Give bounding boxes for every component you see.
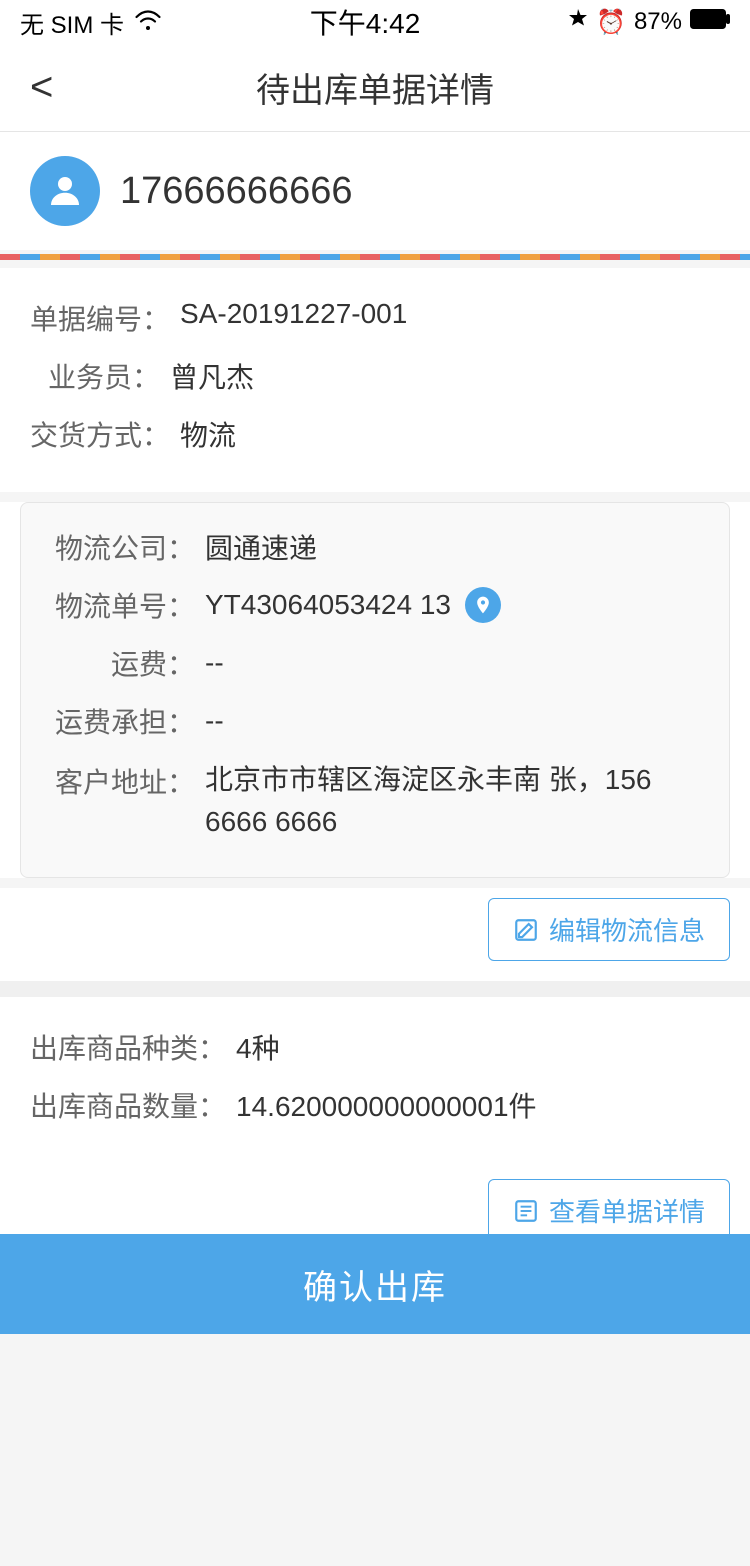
order-number-row: 单据编号： SA-20191227-001 xyxy=(30,298,720,338)
logistics-tracking-label: 物流单号： xyxy=(45,585,195,625)
salesman-value: 曾凡杰 xyxy=(170,356,720,396)
product-type-label: 出库商品种类： xyxy=(30,1027,226,1067)
product-type-value: 4种 xyxy=(236,1027,280,1067)
logistics-card: 物流公司： 圆通速递 物流单号： YT43064053424 13 运费： -- xyxy=(20,502,730,878)
location-status-icon xyxy=(568,8,588,37)
order-number-label: 单据编号： xyxy=(30,298,170,338)
order-number-value: SA-20191227-001 xyxy=(180,298,720,330)
delivery-value: 物流 xyxy=(180,414,720,454)
order-info-section: 单据编号： SA-20191227-001 业务员： 曾凡杰 交货方式： 物流 xyxy=(0,268,750,492)
product-type-row: 出库商品种类： 4种 xyxy=(30,1027,720,1067)
delivery-label: 交货方式： xyxy=(30,414,170,454)
status-right: ⏰ 87% xyxy=(568,8,730,37)
back-button[interactable]: < xyxy=(30,65,53,110)
dashed-divider xyxy=(0,254,750,260)
edit-logistics-label: 编辑物流信息 xyxy=(549,911,705,948)
salesman-label: 业务员： xyxy=(30,356,160,396)
address-row: 客户地址： 北京市市辖区海淀区永丰南 张，156 6666 6666 xyxy=(45,759,705,843)
battery-text: 87% xyxy=(634,8,682,36)
location-icon[interactable] xyxy=(465,587,501,623)
nav-bar: < 待出库单据详情 xyxy=(0,44,750,132)
product-quantity-row: 出库商品数量： 14.620000000000001件 xyxy=(30,1085,720,1125)
freight-row: 运费： -- xyxy=(45,643,705,683)
edit-btn-row: 编辑物流信息 xyxy=(0,888,750,981)
address-label: 客户地址： xyxy=(45,759,195,801)
logistics-company-value: 圆通速递 xyxy=(205,527,705,567)
view-detail-button[interactable]: 查看单据详情 xyxy=(488,1179,730,1242)
status-time: 下午4:42 xyxy=(310,2,421,42)
customer-phone: 17666666666 xyxy=(120,170,352,213)
logistics-tracking-row: 物流单号： YT43064053424 13 xyxy=(45,585,705,625)
freight-label: 运费： xyxy=(45,643,195,683)
logistics-company-label: 物流公司： xyxy=(45,527,195,567)
logistics-tracking-value: YT43064053424 13 xyxy=(205,587,705,623)
status-bar: 无 SIM 卡 下午4:42 ⏰ 87% xyxy=(0,0,750,44)
freight-bear-label: 运费承担： xyxy=(45,701,195,741)
product-quantity-label: 出库商品数量： xyxy=(30,1085,226,1125)
page-title: 待出库单据详情 xyxy=(256,63,494,112)
alarm-icon: ⏰ xyxy=(596,8,626,37)
address-value: 北京市市辖区海淀区永丰南 张，156 6666 6666 xyxy=(205,759,705,843)
confirm-outbound-button[interactable]: 确认出库 xyxy=(0,1234,750,1334)
wifi-icon xyxy=(134,8,162,36)
freight-bear-row: 运费承担： -- xyxy=(45,701,705,741)
status-left: 无 SIM 卡 xyxy=(20,5,162,40)
battery-icon xyxy=(690,8,730,36)
view-detail-label: 查看单据详情 xyxy=(549,1192,705,1229)
carrier-text: 无 SIM 卡 xyxy=(20,5,124,40)
salesman-row: 业务员： 曾凡杰 xyxy=(30,356,720,396)
edit-logistics-button[interactable]: 编辑物流信息 xyxy=(488,898,730,961)
avatar xyxy=(30,156,100,226)
freight-bear-value: -- xyxy=(205,705,705,737)
section-divider-1 xyxy=(0,981,750,997)
logistics-company-row: 物流公司： 圆通速递 xyxy=(45,527,705,567)
freight-value: -- xyxy=(205,647,705,679)
product-quantity-value: 14.620000000000001件 xyxy=(236,1085,537,1125)
delivery-row: 交货方式： 物流 xyxy=(30,414,720,454)
product-section: 出库商品种类： 4种 出库商品数量： 14.620000000000001件 xyxy=(0,997,750,1163)
confirm-outbound-label: 确认出库 xyxy=(303,1260,447,1309)
tracking-number: YT43064053424 13 xyxy=(205,589,451,621)
customer-header: 17666666666 xyxy=(0,132,750,250)
